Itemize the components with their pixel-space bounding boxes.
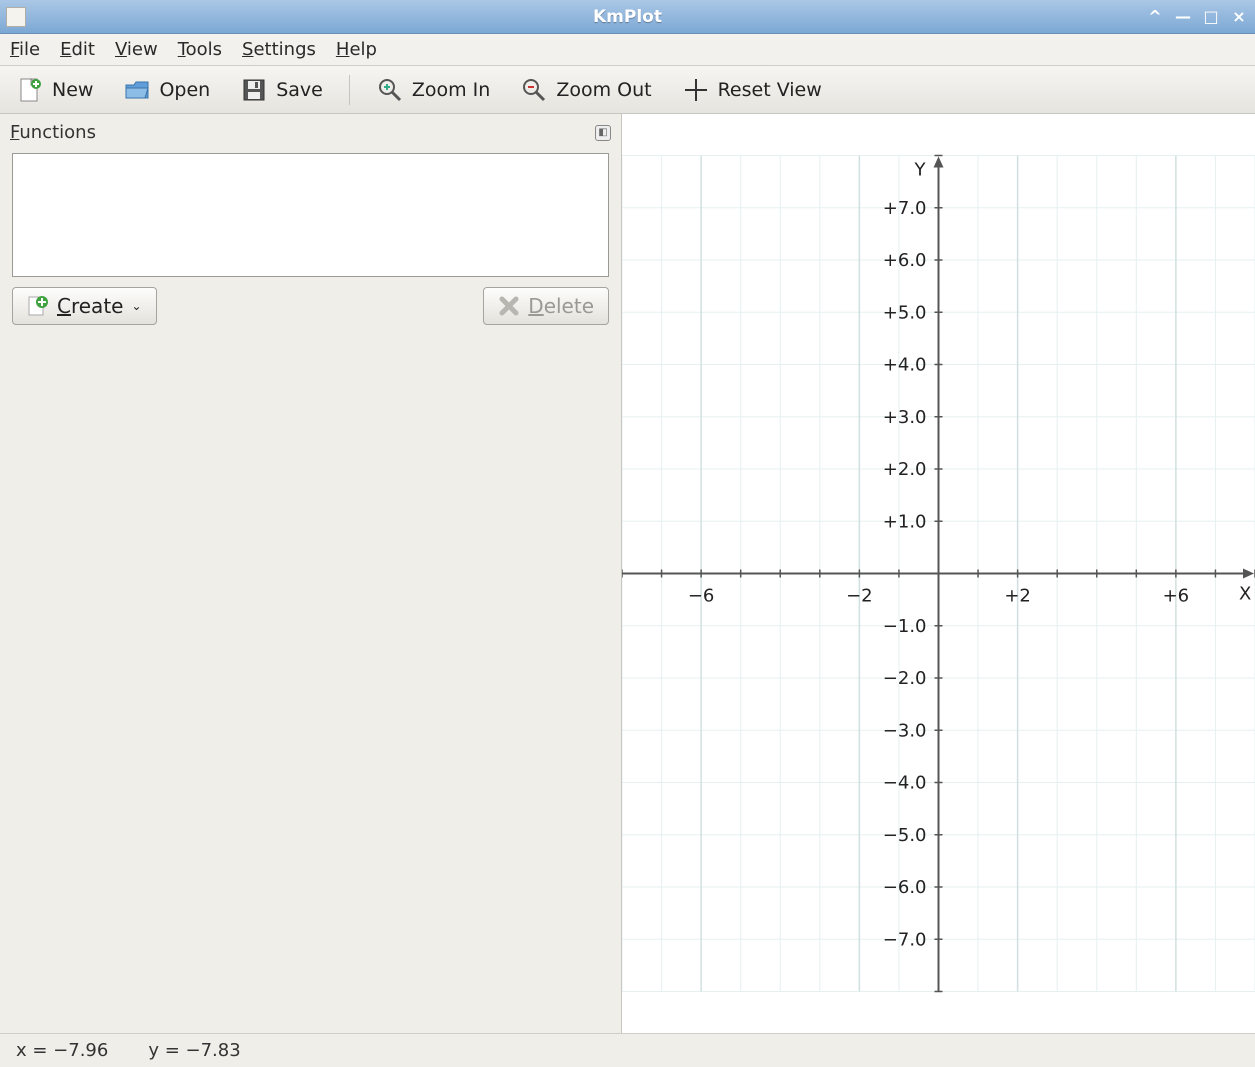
zoom-in-label: Zoom In — [412, 79, 490, 101]
save-floppy-icon — [240, 76, 268, 104]
maximize-button[interactable]: □ — [1201, 8, 1221, 26]
status-x: x = −7.96 — [16, 1040, 108, 1061]
svg-text:+7.0: +7.0 — [883, 198, 927, 219]
menu-edit[interactable]: Edit — [60, 39, 95, 60]
close-button[interactable]: × — [1229, 8, 1249, 26]
reset-view-button[interactable]: Reset View — [674, 72, 830, 108]
svg-text:+4.0: +4.0 — [883, 355, 927, 376]
svg-text:−6: −6 — [688, 586, 715, 607]
svg-text:−4.0: −4.0 — [883, 773, 927, 794]
save-button[interactable]: Save — [232, 72, 331, 108]
svg-text:+3.0: +3.0 — [883, 407, 927, 428]
create-label: Create — [57, 294, 123, 318]
new-button[interactable]: New — [8, 72, 101, 108]
zoom-out-icon — [520, 76, 548, 104]
functions-button-row: Create ⌄ Delete — [8, 287, 613, 325]
app-icon — [6, 7, 26, 27]
svg-text:+6.0: +6.0 — [883, 250, 927, 271]
reset-view-label: Reset View — [718, 79, 822, 101]
new-plus-icon — [27, 295, 49, 317]
coordinate-grid: −7.0 −6.0 −5.0 −4.0 −3.0 −2.0 −1.0 +1.0 +2.0 +3.0… — [622, 114, 1255, 1033]
menubar: File Edit View Tools Settings Help — [0, 34, 1255, 66]
menu-settings[interactable]: Settings — [242, 39, 316, 60]
new-file-icon — [16, 76, 44, 104]
toolbar-separator — [349, 75, 350, 105]
delete-x-icon — [498, 295, 520, 317]
svg-text:+1.0: +1.0 — [883, 511, 927, 532]
window-title: KmPlot — [593, 7, 662, 27]
svg-text:−2.0: −2.0 — [883, 668, 927, 689]
svg-text:+2.0: +2.0 — [883, 459, 927, 480]
functions-list[interactable] — [12, 153, 609, 277]
detach-panel-icon[interactable]: ◧ — [595, 125, 611, 141]
svg-text:−6.0: −6.0 — [883, 877, 927, 898]
svg-text:−2: −2 — [846, 586, 873, 607]
toolbar: New Open Save Zoom In Zoom Out Reset Vie… — [0, 66, 1255, 114]
delete-button[interactable]: Delete — [483, 287, 609, 325]
keep-above-button[interactable]: ^ — [1145, 8, 1165, 26]
svg-text:−1.0: −1.0 — [883, 616, 927, 637]
zoom-out-label: Zoom Out — [556, 79, 651, 101]
crosshair-icon — [682, 76, 710, 104]
functions-panel-title: Functions — [10, 122, 96, 143]
svg-text:+5.0: +5.0 — [883, 302, 927, 323]
open-label: Open — [159, 79, 210, 101]
window-controls: ^ — □ × — [1145, 8, 1249, 26]
menu-view[interactable]: View — [115, 39, 158, 60]
svg-text:−3.0: −3.0 — [883, 720, 927, 741]
main-content: Functions ◧ Create ⌄ Delete −7.0 −6.0 −5.0… — [0, 114, 1255, 1033]
plot-area[interactable]: −7.0 −6.0 −5.0 −4.0 −3.0 −2.0 −1.0 +1.0 +2.0 +3.0… — [622, 114, 1255, 1033]
functions-panel-header: Functions ◧ — [8, 120, 613, 149]
zoom-in-icon — [376, 76, 404, 104]
svg-text:Y: Y — [914, 160, 927, 181]
svg-text:+6: +6 — [1163, 586, 1190, 607]
new-label: New — [52, 79, 93, 101]
minimize-button[interactable]: — — [1173, 8, 1193, 26]
menu-help[interactable]: Help — [336, 39, 377, 60]
svg-text:−5.0: −5.0 — [883, 825, 927, 846]
svg-text:−7.0: −7.0 — [883, 929, 927, 950]
open-button[interactable]: Open — [115, 72, 218, 108]
zoom-out-button[interactable]: Zoom Out — [512, 72, 659, 108]
dropdown-chevron-icon: ⌄ — [131, 299, 141, 313]
zoom-in-button[interactable]: Zoom In — [368, 72, 498, 108]
menu-file[interactable]: File — [10, 39, 40, 60]
save-label: Save — [276, 79, 323, 101]
titlebar: KmPlot ^ — □ × — [0, 0, 1255, 34]
svg-text:+2: +2 — [1004, 586, 1031, 607]
status-y: y = −7.83 — [148, 1040, 240, 1061]
open-folder-icon — [123, 76, 151, 104]
statusbar: x = −7.96 y = −7.83 — [0, 1033, 1255, 1067]
functions-panel: Functions ◧ Create ⌄ Delete — [0, 114, 622, 1033]
svg-text:X: X — [1239, 584, 1251, 605]
menu-tools[interactable]: Tools — [178, 39, 222, 60]
delete-label: Delete — [528, 294, 594, 318]
create-button[interactable]: Create ⌄ — [12, 287, 157, 325]
